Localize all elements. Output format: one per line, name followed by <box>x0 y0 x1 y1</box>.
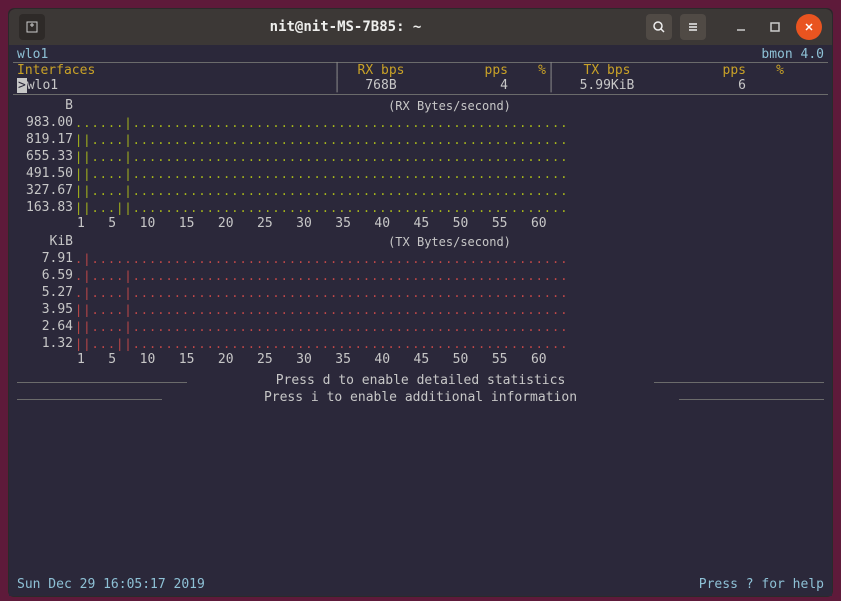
rx-chart-title: (RX Bytes/second) <box>75 99 824 113</box>
selection-marker: > <box>17 78 27 93</box>
separator-icon: │ <box>332 63 342 78</box>
hdr-tx-pct: % <box>746 63 784 78</box>
tx-y-label: 1.32 <box>17 336 75 351</box>
tx-chart-title: (TX Bytes/second) <box>75 235 824 249</box>
search-button[interactable] <box>646 14 672 40</box>
rx-y-label: 819.17 <box>17 132 75 147</box>
row-rx-pps: 4 <box>420 78 508 93</box>
column-headers: Interfaces │ RX bps pps % │ TX bps pps % <box>13 62 828 78</box>
bmon-topline: wlo1 bmon 4.0 <box>13 47 828 62</box>
interface-row[interactable]: >wlo1 │ 768B 4 │ 5.99KiB 6 <box>13 78 828 93</box>
tx-unit: KiB <box>17 234 75 249</box>
tx-bar-row: .|......................................… <box>75 252 824 266</box>
tx-bar-row: ||...||.................................… <box>75 337 824 351</box>
tx-y-label: 6.59 <box>17 268 75 283</box>
separator-icon: │ <box>546 78 556 93</box>
rx-y-label: 327.67 <box>17 183 75 198</box>
status-time: Sun Dec 29 16:05:17 2019 <box>17 577 205 592</box>
rx-y-label: 491.50 <box>17 166 75 181</box>
rx-unit: B <box>17 98 75 113</box>
tx-x-axis: 1 5 10 15 20 25 30 35 40 45 50 55 60 <box>17 352 824 367</box>
hint-d: Press d to enable detailed statistics <box>13 373 828 390</box>
minimize-button[interactable] <box>728 14 754 40</box>
terminal-body[interactable]: wlo1 bmon 4.0 Interfaces │ RX bps pps % … <box>9 45 832 596</box>
tx-bar-row: .|....|.................................… <box>75 269 824 283</box>
rx-y-label: 983.00 <box>17 115 75 130</box>
rx-bar-row: ||....|.................................… <box>75 184 824 198</box>
hdr-rx-bps: RX bps <box>342 63 420 78</box>
tx-bar-row: ||....|.................................… <box>75 320 824 334</box>
window-title: nit@nit-MS-7B85: ~ <box>47 19 644 35</box>
tx-y-label: 7.91 <box>17 251 75 266</box>
rx-bar-row: ||....|.................................… <box>75 167 824 181</box>
rx-y-label: 655.33 <box>17 149 75 164</box>
tx-bar-row: ||....|.................................… <box>75 303 824 317</box>
hdr-interfaces: Interfaces <box>17 63 332 78</box>
hdr-rx-pps: pps <box>420 63 508 78</box>
tx-bar-row: .|....|.................................… <box>75 286 824 300</box>
maximize-button[interactable] <box>762 14 788 40</box>
status-help: Press ? for help <box>699 577 824 592</box>
rx-chart: B (RX Bytes/second) 983.00......|.......… <box>13 95 828 231</box>
separator-icon: │ <box>332 78 342 93</box>
hint-i: Press i to enable additional information <box>13 390 828 407</box>
row-tx-bps: 5.99KiB <box>556 78 658 93</box>
current-interface: wlo1 <box>17 47 48 62</box>
tx-chart: KiB (TX Bytes/second) 7.91.|............… <box>13 231 828 367</box>
bmon-version: bmon 4.0 <box>761 47 824 62</box>
tx-y-label: 3.95 <box>17 302 75 317</box>
tx-y-label: 2.64 <box>17 319 75 334</box>
status-bar: Sun Dec 29 16:05:17 2019 Press ? for hel… <box>13 577 828 592</box>
rx-bar-row: ||....|.................................… <box>75 150 824 164</box>
rx-bar-row: ......|.................................… <box>75 116 824 130</box>
new-tab-button[interactable] <box>19 14 45 40</box>
close-button[interactable] <box>796 14 822 40</box>
rx-bar-row: ||...||.................................… <box>75 201 824 215</box>
terminal-window: nit@nit-MS-7B85: ~ wlo1 bmon 4.0 <box>8 8 833 597</box>
hdr-rx-pct: % <box>508 63 546 78</box>
rx-bar-row: ||....|.................................… <box>75 133 824 147</box>
hdr-tx-pps: pps <box>658 63 746 78</box>
tx-y-label: 5.27 <box>17 285 75 300</box>
separator-icon: │ <box>546 63 556 78</box>
row-name: >wlo1 <box>17 78 332 93</box>
rx-y-label: 163.83 <box>17 200 75 215</box>
menu-button[interactable] <box>680 14 706 40</box>
row-tx-pps: 6 <box>658 78 746 93</box>
row-tx-pct <box>746 78 784 93</box>
rx-x-axis: 1 5 10 15 20 25 30 35 40 45 50 55 60 <box>17 216 824 231</box>
hdr-tx-bps: TX bps <box>556 63 658 78</box>
titlebar: nit@nit-MS-7B85: ~ <box>9 9 832 45</box>
row-rx-bps: 768B <box>342 78 420 93</box>
row-rx-pct <box>508 78 546 93</box>
